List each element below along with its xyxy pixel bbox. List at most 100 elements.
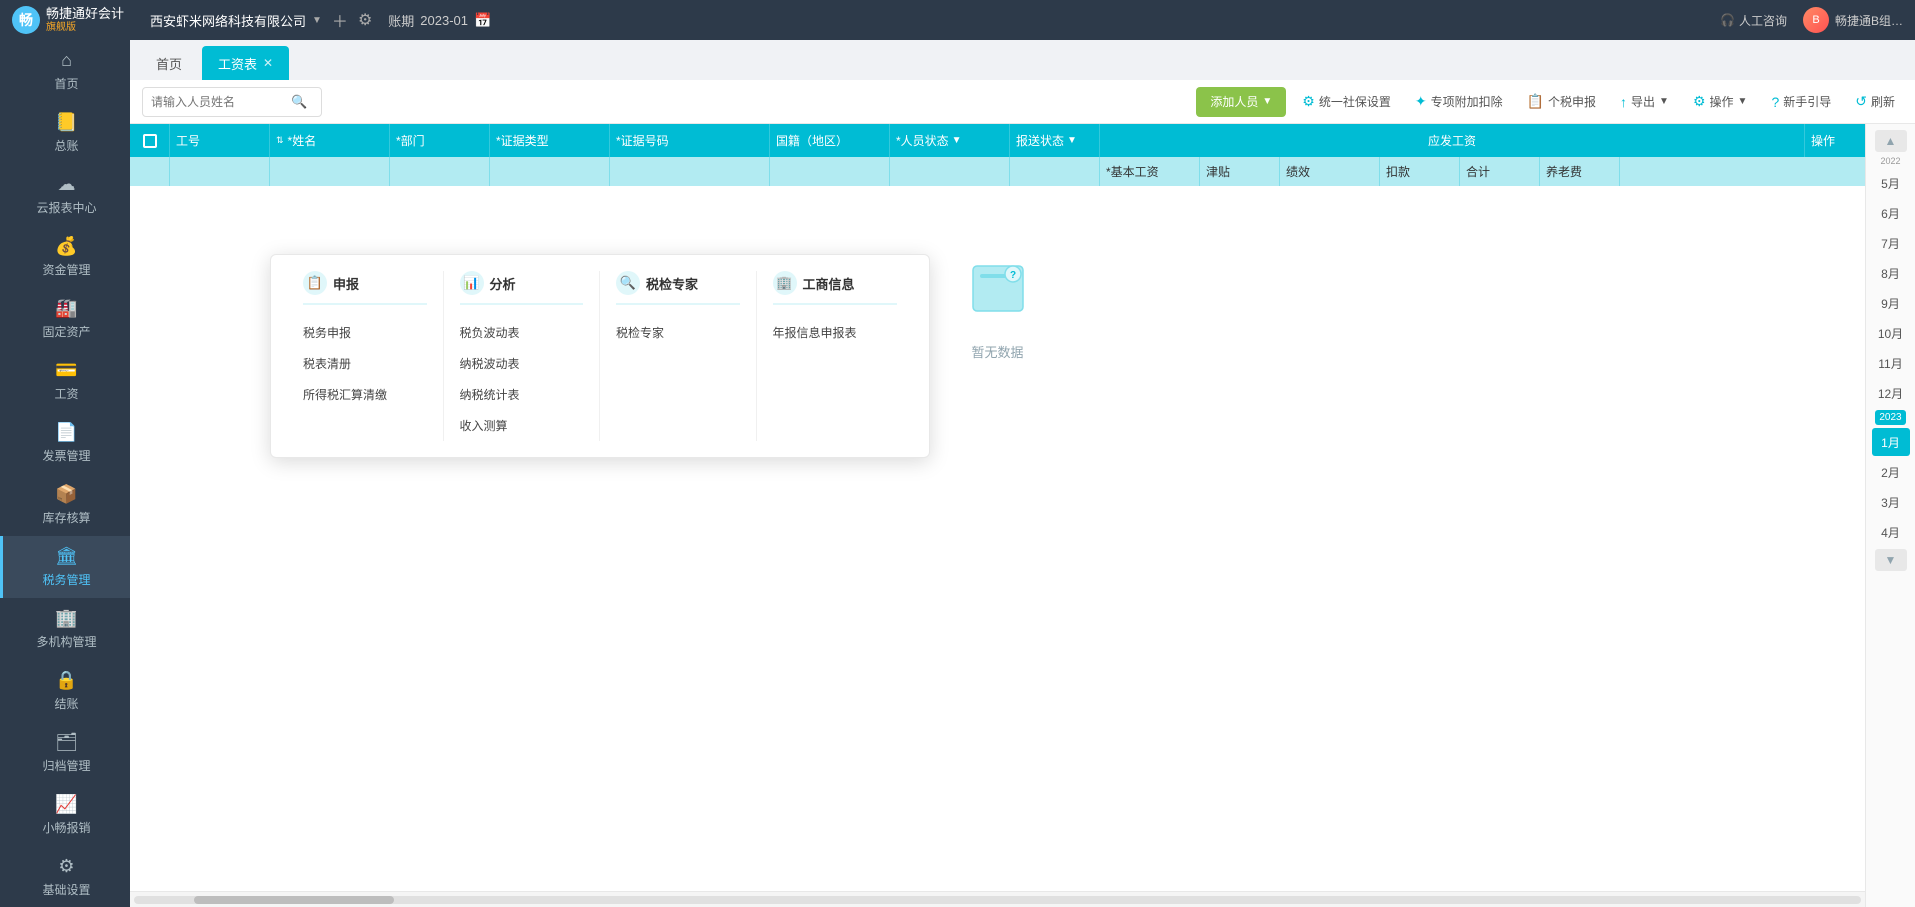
main-page-area: 工号 ⇅ *姓名 *部门 *证据类型 <box>130 124 1915 907</box>
cal-month-2022-11[interactable]: 11月 <box>1872 349 1910 377</box>
th2-ops <box>1620 157 1680 186</box>
dropdown-item-tax-fluctuation[interactable]: 税负波动表 <box>460 317 584 348</box>
refresh-button[interactable]: ↺ 刷新 <box>1847 93 1903 110</box>
dropdown-item-pay-stats[interactable]: 纳税统计表 <box>460 379 584 410</box>
sidebar-item-label: 首页 <box>54 75 78 92</box>
gongShang-icon: 🏢 <box>773 271 797 295</box>
add-icon[interactable]: ＋ <box>332 8 348 32</box>
sidebar-item-invoice[interactable]: 📄 发票管理 <box>0 412 130 474</box>
new-guide-toolbar-icon: ? <box>1771 94 1779 110</box>
personal-tax-icon: 📋 <box>1527 93 1544 110</box>
special-deduction-button[interactable]: ✦ 专项附加扣除 <box>1407 93 1511 110</box>
sidebar-item-label: 多机构管理 <box>36 633 96 650</box>
report-filter-icon[interactable]: ▼ <box>1067 135 1077 146</box>
settings-icon[interactable]: ⚙ <box>358 10 372 30</box>
export-button[interactable]: ↑ 导出 ▼ <box>1612 93 1677 110</box>
add-button-label: 添加人员 <box>1210 93 1258 110</box>
logo-area: 畅 畅捷通好会计 旗舰版 <box>12 6 142 34</box>
sidebar-item-label: 结账 <box>54 695 78 712</box>
cal-month-2023-02[interactable]: 2月 <box>1872 458 1910 486</box>
cal-month-2022-06[interactable]: 6月 <box>1872 199 1910 227</box>
gongShang-title: 🏢 工商信息 <box>773 271 898 305</box>
sidebar-item-label: 资金管理 <box>42 261 90 278</box>
dropdown-item-income-calc[interactable]: 收入测算 <box>460 410 584 441</box>
sidebar-item-inventory[interactable]: 📦 库存核算 <box>0 474 130 536</box>
sidebar-item-archive[interactable]: 🗂 归档管理 <box>0 722 130 784</box>
dropdown-item-tax-declare[interactable]: 税务申报 <box>303 317 427 348</box>
sidebar-item-ledger[interactable]: 📒 总账 <box>0 102 130 164</box>
top-bar-right: 🎧 人工咨询 B 畅捷通B组… <box>1720 7 1903 33</box>
th2-pension: 养老费 <box>1540 157 1620 186</box>
user-avatar: B <box>1803 7 1829 33</box>
right-calendar: ▲ 2022 5月 6月 7月 8月 9月 10月 11月 12月 2023 1… <box>1865 124 1915 907</box>
th2-deduction: 扣款 <box>1380 157 1460 186</box>
sidebar-item-fund[interactable]: 💰 资金管理 <box>0 226 130 288</box>
sidebar-item-settings[interactable]: ⚙ 基础设置 <box>0 846 130 907</box>
new-guide-label: 新手引导 <box>1783 93 1831 110</box>
new-guide-button[interactable]: ? 新手引导 <box>1763 93 1839 110</box>
tab-payroll[interactable]: 工资表 ✕ <box>202 46 289 80</box>
cal-month-2022-05[interactable]: 5月 <box>1872 169 1910 197</box>
sidebar-item-fixed-assets[interactable]: 🏭 固定资产 <box>0 288 130 350</box>
scroll-thumb[interactable] <box>194 896 394 904</box>
archive-icon: 🗂 <box>55 732 78 753</box>
toolbar: 🔍 添加人员 ▼ ⚙ 统一社保设置 ✦ 专项附加扣除 📋 个税申报 ↑ 导出 <box>130 80 1915 124</box>
sidebar-item-cloud-report[interactable]: ☁ 云报表中心 <box>0 164 130 226</box>
cal-month-2022-07[interactable]: 7月 <box>1872 229 1910 257</box>
period-calendar-icon[interactable]: 📅 <box>474 12 491 29</box>
company-selector[interactable]: 西安虾米网络科技有限公司 ▼ <box>150 11 322 30</box>
svg-text:?: ? <box>1010 270 1016 281</box>
tab-home-label: 首页 <box>156 54 182 73</box>
dropdown-section-shenBao: 📋 申报 税务申报 税表清册 所得税汇算清缴 <box>287 271 444 441</box>
dropdown-item-pay-fluctuation[interactable]: 纳税波动表 <box>460 348 584 379</box>
cal-month-2023-04[interactable]: 4月 <box>1872 518 1910 546</box>
cal-month-2022-08[interactable]: 8月 <box>1872 259 1910 287</box>
closing-icon: 🔒 <box>55 670 77 691</box>
cal-month-2023-03[interactable]: 3月 <box>1872 488 1910 516</box>
dropdown-item-tax-expert[interactable]: 税检专家 <box>616 317 740 348</box>
dropdown-item-income-tax[interactable]: 所得税汇算清缴 <box>303 379 427 410</box>
cal-month-2022-12[interactable]: 12月 <box>1872 379 1910 407</box>
company-name: 西安虾米网络科技有限公司 <box>150 11 306 30</box>
user-area[interactable]: B 畅捷通B组… <box>1803 7 1903 33</box>
sidebar-item-sales[interactable]: 📈 小畅报销 <box>0 784 130 846</box>
th-checkbox[interactable] <box>130 124 170 157</box>
payroll-icon: 💳 <box>55 360 77 381</box>
search-input[interactable] <box>151 95 291 109</box>
add-person-button[interactable]: 添加人员 ▼ <box>1196 87 1286 117</box>
social-security-button[interactable]: ⚙ 统一社保设置 <box>1294 93 1399 110</box>
personal-tax-button[interactable]: 📋 个税申报 <box>1519 93 1604 110</box>
sidebar-item-tax[interactable]: 🏛 税务管理 <box>0 536 130 598</box>
tab-bar: 首页 工资表 ✕ <box>130 40 1915 80</box>
sidebar-item-label: 基础设置 <box>42 881 90 898</box>
sidebar-item-home[interactable]: ⌂ 首页 <box>0 40 130 102</box>
tab-close-icon[interactable]: ✕ <box>263 56 273 70</box>
cal-month-2023-01[interactable]: 1月 <box>1872 428 1910 456</box>
cal-month-2022-09[interactable]: 9月 <box>1872 289 1910 317</box>
search-input-wrap[interactable]: 🔍 <box>142 87 322 117</box>
sidebar-item-closing[interactable]: 🔒 结账 <box>0 660 130 722</box>
th2-id-type <box>490 157 610 186</box>
operation-button[interactable]: ⚙ 操作 ▼ <box>1685 93 1755 110</box>
tab-home[interactable]: 首页 <box>140 46 198 80</box>
scroll-track[interactable] <box>134 896 1861 904</box>
sidebar-item-label: 固定资产 <box>42 323 90 340</box>
shuiJian-icon: 🔍 <box>616 271 640 295</box>
sidebar-item-multi-org[interactable]: 🏢 多机构管理 <box>0 598 130 660</box>
sort-icon: ⇅ <box>276 135 284 146</box>
fund-icon: 💰 <box>55 236 77 257</box>
sidebar-item-label: 归档管理 <box>42 757 90 774</box>
operation-label: 操作 <box>1710 93 1734 110</box>
export-label: 导出 <box>1631 93 1655 110</box>
cal-month-2022-10[interactable]: 10月 <box>1872 319 1910 347</box>
dropdown-item-annual-report[interactable]: 年报信息申报表 <box>773 317 898 348</box>
calendar-nav-down[interactable]: ▼ <box>1875 549 1907 571</box>
select-all-checkbox[interactable] <box>143 134 157 148</box>
status-filter-icon[interactable]: ▼ <box>952 135 962 146</box>
service-button[interactable]: 🎧 人工咨询 <box>1720 12 1787 29</box>
sidebar-item-payroll[interactable]: 💳 工资 <box>0 350 130 412</box>
calendar-nav-up[interactable]: ▲ <box>1875 130 1907 152</box>
dropdown-item-tax-table[interactable]: 税表清册 <box>303 348 427 379</box>
search-icon: 🔍 <box>291 94 307 110</box>
th-operations: 操作 <box>1805 124 1865 157</box>
